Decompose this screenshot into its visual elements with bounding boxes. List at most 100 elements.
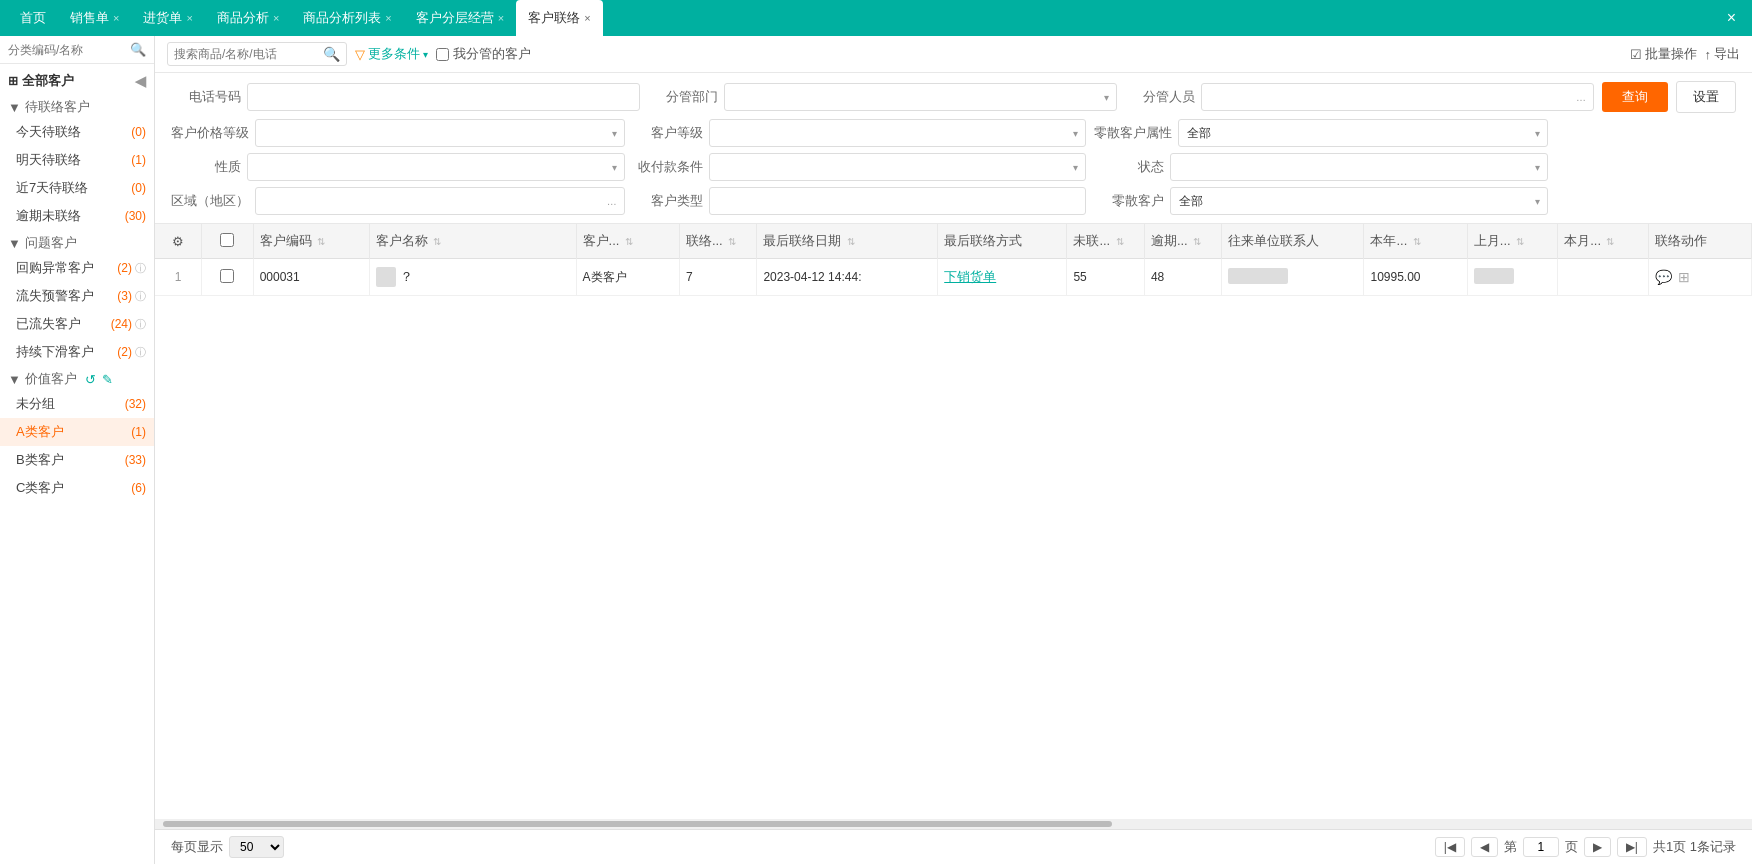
th-uncontacted[interactable]: 未联... ⇅ (1067, 224, 1145, 259)
next-page-btn[interactable]: ▶ (1584, 837, 1611, 857)
nav-tab-analysis-list[interactable]: 商品分析列表 × (291, 0, 403, 36)
my-customers-checkbox[interactable] (436, 48, 449, 61)
th-code[interactable]: 客户编码 ⇅ (253, 224, 369, 259)
sidebar-item-today[interactable]: 今天待联络 (0) (0, 118, 154, 146)
main-search-icon[interactable]: 🔍 (323, 46, 340, 62)
staff-input[interactable] (1201, 83, 1594, 111)
customer-level-label: 客户等级 (633, 124, 703, 142)
th-last-contact-method[interactable]: 最后联络方式 (938, 224, 1067, 259)
row-checkbox[interactable] (220, 269, 234, 283)
select-all-checkbox[interactable] (220, 233, 234, 247)
sidebar-item-class-b[interactable]: B类客户 (33) (0, 446, 154, 474)
chat-icon[interactable]: 💬 (1655, 269, 1672, 285)
region-input[interactable] (255, 187, 625, 215)
dept-select[interactable] (724, 83, 1117, 111)
th-name[interactable]: 客户名称 ⇅ (369, 224, 576, 259)
status-select[interactable] (1170, 153, 1548, 181)
last-method-link[interactable]: 下销货单 (944, 269, 996, 284)
first-page-btn[interactable]: |◀ (1435, 837, 1465, 857)
nav-tab-sales-close[interactable]: × (113, 12, 119, 24)
query-btn[interactable]: 查询 (1602, 82, 1668, 112)
sidebar-item-unclassified[interactable]: 未分组 (32) (0, 390, 154, 418)
sidebar-item-abnormal[interactable]: 回购异常客户 (2) ⓘ (0, 254, 154, 282)
qrcode-icon[interactable]: ⊞ (1678, 269, 1690, 285)
all-customers-header[interactable]: ⊞ 全部客户 ◀ (0, 64, 154, 94)
payment-select[interactable] (709, 153, 1087, 181)
th-gear[interactable]: ⚙ (155, 224, 202, 259)
th-last-contact-date[interactable]: 最后联络日期 ⇅ (757, 224, 938, 259)
th-unit-contact[interactable]: 往来单位联系人 (1222, 224, 1364, 259)
batch-op-btn[interactable]: ☑ 批量操作 (1630, 45, 1697, 63)
region-label: 区域（地区） (171, 192, 249, 210)
arrow-down-icon3: ▼ (8, 372, 21, 387)
sidebar-collapse-btn[interactable]: ◀ (135, 73, 146, 89)
th-this-month[interactable]: 本月... ⇅ (1558, 224, 1648, 259)
sidebar-search-icon[interactable]: 🔍 (130, 42, 146, 57)
sidebar-item-class-a[interactable]: A类客户 (1) (0, 418, 154, 446)
filter-phone: 电话号码 (171, 83, 640, 111)
last-page-btn[interactable]: ▶| (1617, 837, 1647, 857)
sidebar-item-declining[interactable]: 持续下滑客户 (2) ⓘ (0, 338, 154, 366)
main-layout: 🔍 ⊞ 全部客户 ◀ ▼ 待联络客户 今天待联络 (0) 明天待联络 (1) 近… (0, 36, 1752, 864)
sidebar-search-bar: 🔍 (0, 36, 154, 64)
customer-level-select[interactable] (709, 119, 1087, 147)
nav-tab-purchase-close[interactable]: × (186, 12, 192, 24)
gear-icon[interactable]: ⚙ (172, 234, 184, 249)
page-input[interactable] (1523, 837, 1559, 857)
th-level[interactable]: 客户... ⇅ (576, 224, 679, 259)
my-customers-check[interactable]: 我分管的客户 (436, 45, 531, 63)
more-conditions-btn[interactable]: ▽ 更多条件 ▾ (355, 45, 428, 63)
th-this-year[interactable]: 本年... ⇅ (1364, 224, 1467, 259)
page-size-select[interactable]: 50 100 200 (229, 836, 284, 858)
filter-bar: 🔍 ▽ 更多条件 ▾ 我分管的客户 ☑ 批量操作 ↑ 导出 (155, 36, 1752, 73)
edit-icon[interactable]: ✎ (102, 372, 113, 387)
data-table: ⚙ 客户编码 ⇅ 客户名称 ⇅ (155, 224, 1752, 296)
nav-tab-customer-tier-close[interactable]: × (498, 12, 504, 24)
sort-icon-this-year: ⇅ (1413, 236, 1421, 247)
sidebar-item-tomorrow[interactable]: 明天待联络 (1) (0, 146, 154, 174)
filter-right-actions: ☑ 批量操作 ↑ 导出 (1630, 45, 1741, 63)
nav-tab-sales[interactable]: 销售单 × (58, 0, 131, 36)
sidebar-item-class-c[interactable]: C类客户 (6) (0, 474, 154, 502)
sort-icon-date: ⇅ (847, 236, 855, 247)
sort-icon-name: ⇅ (433, 236, 441, 247)
th-last-month[interactable]: 上月... ⇅ (1467, 224, 1557, 259)
settings-btn[interactable]: 设置 (1676, 81, 1736, 113)
nav-tab-analysis-close[interactable]: × (273, 12, 279, 24)
th-checkbox (202, 224, 254, 259)
footer-right: |◀ ◀ 第 页 ▶ ▶| 共1页 1条记录 (1435, 837, 1736, 857)
phone-input[interactable] (247, 83, 640, 111)
th-contact-count[interactable]: 联络... ⇅ (679, 224, 757, 259)
retail-customer-select[interactable]: 全部 (1170, 187, 1548, 215)
info-icon-warning: ⓘ (135, 289, 146, 304)
nav-tab-customer-contact[interactable]: 客户联络 × (516, 0, 602, 36)
prev-page-btn[interactable]: ◀ (1471, 837, 1498, 857)
app-close-button[interactable]: × (1719, 9, 1744, 27)
sidebar-item-overdue[interactable]: 逾期未联络 (30) (0, 202, 154, 230)
customer-type-input[interactable] (709, 187, 1087, 215)
th-overdue[interactable]: 逾期... ⇅ (1144, 224, 1222, 259)
sidebar-item-churned[interactable]: 已流失客户 (24) ⓘ (0, 310, 154, 338)
sort-icon-code: ⇅ (317, 236, 325, 247)
pending-group-label: ▼ 待联络客户 (0, 94, 154, 118)
nav-tab-analysis-list-label: 商品分析列表 (303, 9, 381, 27)
nav-tab-customer-tier[interactable]: 客户分层经营 × (404, 0, 516, 36)
price-level-select[interactable] (255, 119, 625, 147)
table-scrollbar[interactable] (155, 819, 1752, 829)
sidebar-item-7days[interactable]: 近7天待联络 (0) (0, 174, 154, 202)
nav-tab-analysis[interactable]: 商品分析 × (205, 0, 291, 36)
nature-select[interactable] (247, 153, 625, 181)
refresh-icon[interactable]: ↺ (85, 372, 96, 387)
filter-retail-attr: 零散客户属性 全部 ▾ (1094, 119, 1548, 147)
main-search-input[interactable] (174, 47, 319, 61)
nav-tab-analysis-list-close[interactable]: × (385, 12, 391, 24)
nav-tab-customer-contact-close[interactable]: × (584, 12, 590, 24)
sidebar-search-input[interactable] (8, 43, 130, 57)
nav-home[interactable]: 首页 (8, 0, 58, 36)
export-btn[interactable]: ↑ 导出 (1705, 45, 1741, 63)
sort-icon-overdue: ⇅ (1193, 236, 1201, 247)
retail-attr-select[interactable]: 全部 (1178, 119, 1548, 147)
info-icon-churned: ⓘ (135, 317, 146, 332)
nav-tab-purchase[interactable]: 进货单 × (131, 0, 204, 36)
sidebar-item-churn-warning[interactable]: 流失预警客户 (3) ⓘ (0, 282, 154, 310)
